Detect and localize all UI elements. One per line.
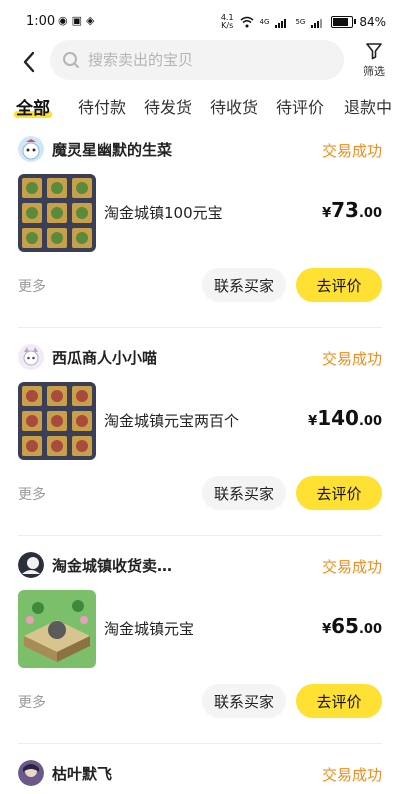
price-currency: ¥ xyxy=(308,414,318,429)
signal-4g: 4G xyxy=(260,18,270,26)
order-card[interactable]: 西瓜商人小小喵 交易成功 淘金城镇元宝两百个 ¥140.00 更多 联系买家 去… xyxy=(0,336,400,536)
search-input[interactable] xyxy=(86,50,330,70)
order-card[interactable]: 枯叶默飞 交易成功 xyxy=(0,752,400,794)
contact-buyer-button[interactable]: 联系买家 xyxy=(202,684,286,718)
network-label: 4G xyxy=(259,18,270,26)
search-bar[interactable] xyxy=(50,40,344,80)
contact-buyer-button[interactable]: 联系买家 xyxy=(202,476,286,510)
order-status: 交易成功 xyxy=(321,766,382,784)
more-link[interactable]: 更多 xyxy=(18,484,46,504)
divider xyxy=(18,327,382,328)
tab-pending-receipt[interactable]: 待收货 xyxy=(210,94,258,118)
order-status: 交易成功 xyxy=(321,558,382,576)
tab-pending-review[interactable]: 待评价 xyxy=(276,94,324,118)
seller-info[interactable]: 淘金城镇收货卖… xyxy=(18,552,172,578)
avatar xyxy=(18,344,44,370)
tab-label: 全部 xyxy=(16,99,50,119)
price-decimal: .00 xyxy=(358,622,382,637)
product-title[interactable]: 淘金城镇元宝 xyxy=(104,618,194,639)
seller-info[interactable]: 魔灵星幽默的生菜 xyxy=(18,136,172,162)
tab-pending-payment[interactable]: 待付款 xyxy=(78,94,126,118)
price-currency: ¥ xyxy=(322,622,332,637)
network-speed: 4.1 K/s xyxy=(221,14,234,30)
review-button[interactable]: 去评价 xyxy=(296,684,382,718)
price-decimal: .00 xyxy=(358,414,382,429)
order-status: 交易成功 xyxy=(321,142,382,160)
signal-5g: 5G xyxy=(295,18,306,26)
product-image[interactable] xyxy=(18,174,96,252)
nfc-icon: ▣ xyxy=(71,14,83,27)
app-notification-icon: ◈ xyxy=(86,14,95,27)
product-title[interactable]: 淘金城镇100元宝 xyxy=(104,202,223,223)
product-title[interactable]: 淘金城镇元宝两百个 xyxy=(104,410,239,431)
search-icon xyxy=(63,52,79,68)
filter-button[interactable]: 筛选 xyxy=(354,42,394,79)
tab-pending-shipment[interactable]: 待发货 xyxy=(144,94,192,118)
more-link[interactable]: 更多 xyxy=(18,692,46,712)
battery-icon xyxy=(331,16,357,28)
avatar xyxy=(18,136,44,162)
product-price: ¥73.00 xyxy=(322,198,382,222)
price-integer: 65 xyxy=(331,614,359,638)
back-arrow-icon[interactable] xyxy=(16,48,44,76)
price-integer: 140 xyxy=(317,406,359,430)
seller-name: 魔灵星幽默的生菜 xyxy=(52,140,173,159)
signal-icon xyxy=(275,18,287,28)
clock: 1:00 xyxy=(26,14,56,29)
seller-info[interactable]: 枯叶默飞 xyxy=(18,760,112,786)
more-link[interactable]: 更多 xyxy=(18,276,46,296)
avatar xyxy=(18,760,44,786)
order-card[interactable]: 淘金城镇收货卖… 交易成功 淘金城镇元宝 ¥65.00 更多 联系买家 去评价 xyxy=(0,544,400,744)
status-bar: 1:00 ◉ ▣ ◈ 4.1 K/s 4G 5G 84% xyxy=(0,0,400,40)
battery-level: 84% xyxy=(359,15,386,29)
signal-icon-2 xyxy=(311,18,323,28)
tab-all[interactable]: 全部 xyxy=(14,94,52,119)
product-image[interactable] xyxy=(18,590,96,668)
filter-icon xyxy=(366,43,382,60)
avatar xyxy=(18,552,44,578)
review-button[interactable]: 去评价 xyxy=(296,476,382,510)
tab-refunding[interactable]: 退款中 xyxy=(344,94,392,118)
seller-name: 淘金城镇收货卖… xyxy=(52,556,173,575)
header: 筛选 xyxy=(0,40,400,84)
notification-icons: ◉ ▣ ◈ xyxy=(58,14,94,27)
contact-buyer-button[interactable]: 联系买家 xyxy=(202,268,286,302)
price-integer: 73 xyxy=(331,198,359,222)
eye-icon: ◉ xyxy=(58,14,68,27)
seller-name: 西瓜商人小小喵 xyxy=(52,348,158,367)
seller-name: 枯叶默飞 xyxy=(52,764,113,783)
system-icons: 4.1 K/s 4G 5G 84% xyxy=(221,14,386,30)
network-speed-unit: K/s xyxy=(221,21,234,30)
order-status: 交易成功 xyxy=(321,350,382,368)
order-status-tabs: 全部 待付款 待发货 待收货 待评价 退款中 xyxy=(0,92,400,122)
divider xyxy=(18,535,382,536)
filter-label: 筛选 xyxy=(363,65,385,78)
wifi-icon xyxy=(240,16,254,28)
price-decimal: .00 xyxy=(358,206,382,221)
order-card[interactable]: 魔灵星幽默的生菜 交易成功 淘金城镇100元宝 ¥73.00 更多 联系买家 去… xyxy=(0,128,400,328)
divider xyxy=(18,743,382,744)
product-image[interactable] xyxy=(18,382,96,460)
review-button[interactable]: 去评价 xyxy=(296,268,382,302)
product-price: ¥65.00 xyxy=(322,614,382,638)
product-price: ¥140.00 xyxy=(308,406,382,430)
seller-info[interactable]: 西瓜商人小小喵 xyxy=(18,344,157,370)
price-currency: ¥ xyxy=(322,206,332,221)
